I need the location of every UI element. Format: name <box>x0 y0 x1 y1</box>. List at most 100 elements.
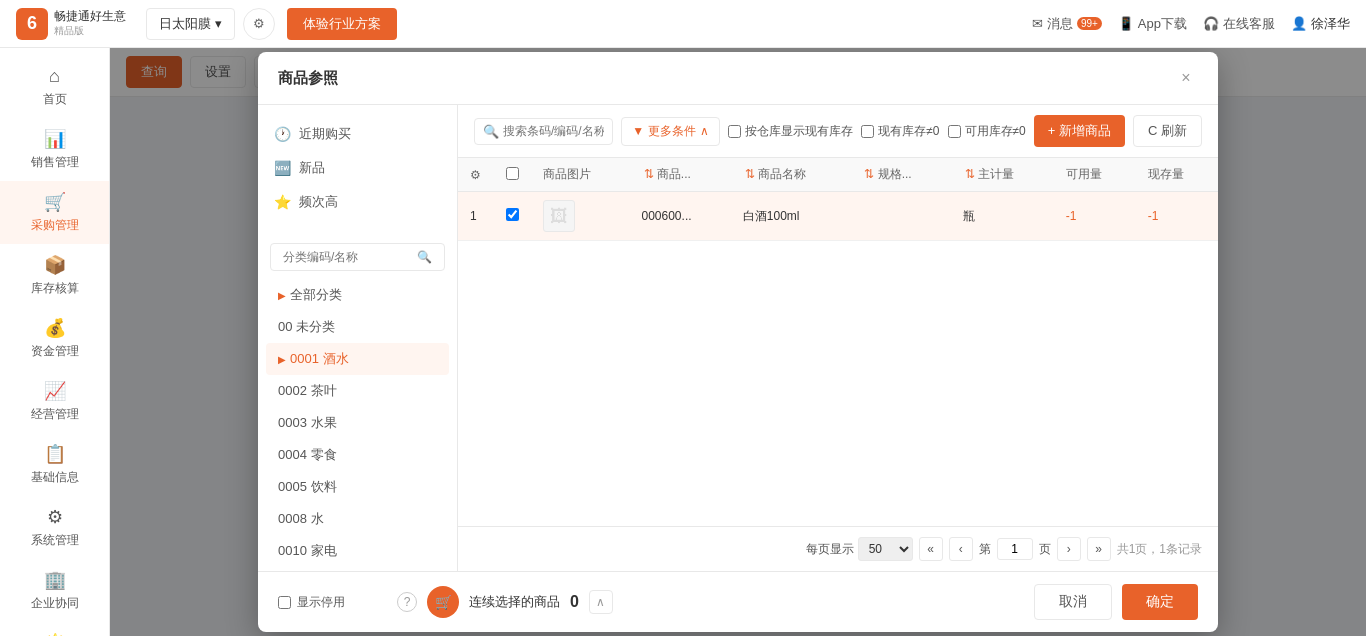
modal-overlay: 商品参照 × 🕐 近期购买 🆕 <box>110 48 1366 636</box>
footer-collapse-btn[interactable]: ∧ <box>589 590 613 614</box>
messages-label: 消息 <box>1047 15 1073 33</box>
page-number-input[interactable] <box>997 538 1033 560</box>
sidebar-item-operation[interactable]: 📈 经营管理 <box>0 370 109 433</box>
selected-count-label: 连续选择的商品 <box>469 593 560 611</box>
th-code-label: 商品... <box>657 167 691 181</box>
avatar-icon: 👤 <box>1291 16 1307 31</box>
sidebar-label-operation: 经营管理 <box>31 406 79 423</box>
available-stock-checkbox[interactable]: 可用库存≠0 <box>948 123 1026 140</box>
show-disabled-text: 显示停用 <box>297 594 345 611</box>
cancel-button[interactable]: 取消 <box>1034 584 1112 620</box>
footer-right: 取消 确定 <box>1034 584 1198 620</box>
th-spec-label: 规格... <box>878 167 912 181</box>
gear-icon: ⚙ <box>253 16 265 31</box>
th-unit-label: 主计量 <box>978 167 1014 181</box>
app-download-label: App下载 <box>1138 15 1187 33</box>
th-code[interactable]: ⇅ 商品... <box>630 158 731 192</box>
sidebar-item-home[interactable]: ⌂ 首页 <box>0 56 109 118</box>
sidebar-item-purchase[interactable]: 🛒 采购管理 <box>0 181 109 244</box>
user-name: 徐泽华 <box>1311 15 1350 33</box>
selected-count-num: 0 <box>570 593 579 611</box>
cell-checkbox[interactable] <box>494 192 531 241</box>
sidebar-item-system[interactable]: ⚙ 系统管理 <box>0 496 109 559</box>
product-thumbnail: 🖼 <box>543 200 575 232</box>
help-button[interactable]: ? <box>397 592 417 612</box>
category-item-0001[interactable]: ▶ 0001 酒水 <box>266 343 449 375</box>
filter-chevron: ∧ <box>700 124 709 138</box>
sidebar-label-finance: 资金管理 <box>31 343 79 360</box>
category-item-0002[interactable]: 0002 茶叶 <box>266 375 449 407</box>
cart-icon-button[interactable]: 🛒 <box>427 586 459 618</box>
th-settings[interactable]: ⚙ <box>458 158 494 192</box>
product-image-placeholder: 🖼 <box>550 206 568 227</box>
row-checkbox[interactable] <box>506 208 519 221</box>
product-search-box[interactable]: 🔍 <box>474 118 613 145</box>
current-stock-label: 现有库存≠0 <box>878 123 939 140</box>
settings-gear-button[interactable]: ⚙ <box>243 8 275 40</box>
th-name[interactable]: ⇅ 商品名称 <box>731 158 851 192</box>
prev-page-btn[interactable]: ‹ <box>949 537 973 561</box>
tenant-selector[interactable]: 日太阳膜 ▾ <box>146 8 235 40</box>
more-filters-btn[interactable]: ▼ 更多条件 ∧ <box>621 117 720 146</box>
th-unit[interactable]: ⇅ 主计量 <box>951 158 1054 192</box>
sidebar-item-basic[interactable]: 📋 基础信息 <box>0 433 109 496</box>
current-stock-checkbox[interactable]: 现有库存≠0 <box>861 123 939 140</box>
nav-item-new[interactable]: 🆕 新品 <box>258 151 457 185</box>
sidebar-item-enterprise[interactable]: 🏢 企业协同 <box>0 559 109 622</box>
refresh-btn[interactable]: C 刷新 <box>1133 115 1202 147</box>
nav-item-frequent[interactable]: ⭐ 频次高 <box>258 185 457 219</box>
th-checkbox[interactable] <box>494 158 531 192</box>
headset-icon: 🎧 <box>1203 16 1219 31</box>
select-all-checkbox[interactable] <box>506 167 519 180</box>
warehouse-display-checkbox[interactable]: 按仓库显示现有库存 <box>728 123 853 140</box>
show-disabled-label[interactable]: 显示停用 <box>278 594 345 611</box>
available-stock-input[interactable] <box>948 125 961 138</box>
category-search-input[interactable] <box>283 250 417 264</box>
next-page-btn[interactable]: › <box>1057 537 1081 561</box>
sidebar-item-sales[interactable]: 📊 销售管理 <box>0 118 109 181</box>
th-image-label: 商品图片 <box>543 167 591 181</box>
category-item-0010[interactable]: 0010 家电 <box>266 535 449 567</box>
category-label-0005: 0005 饮料 <box>278 478 337 496</box>
category-item-0004[interactable]: 0004 零食 <box>266 439 449 471</box>
category-item-00[interactable]: 00 未分类 <box>266 311 449 343</box>
first-page-btn[interactable]: « <box>919 537 943 561</box>
logo-icon: 6 <box>16 8 48 40</box>
nav-item-recent[interactable]: 🕐 近期购买 <box>258 117 457 151</box>
page-label: 第 <box>979 541 991 558</box>
category-item-0005[interactable]: 0005 饮料 <box>266 471 449 503</box>
sidebar-label-enterprise: 企业协同 <box>31 595 79 612</box>
category-item-0008[interactable]: 0008 水 <box>266 503 449 535</box>
warehouse-display-label: 按仓库显示现有库存 <box>745 123 853 140</box>
product-search-input[interactable] <box>503 124 604 138</box>
current-stock-input[interactable] <box>861 125 874 138</box>
show-disabled-checkbox[interactable] <box>278 596 291 609</box>
messages-nav-item[interactable]: ✉ 消息 99+ <box>1032 15 1102 33</box>
page-size-select-input[interactable]: 50 10 20 100 <box>858 537 913 561</box>
last-page-btn[interactable]: » <box>1087 537 1111 561</box>
category-item-all[interactable]: ▶ 全部分类 <box>266 279 449 311</box>
modal-close-button[interactable]: × <box>1174 66 1198 90</box>
confirm-button[interactable]: 确定 <box>1122 584 1198 620</box>
sidebar-item-inventory[interactable]: 📦 库存核算 <box>0 244 109 307</box>
inventory-icon: 📦 <box>44 254 66 276</box>
warehouse-display-input[interactable] <box>728 125 741 138</box>
nav-right: ✉ 消息 99+ 📱 App下载 🎧 在线客服 👤 徐泽华 <box>1032 15 1350 33</box>
user-profile[interactable]: 👤 徐泽华 <box>1291 15 1350 33</box>
app-download-nav-item[interactable]: 📱 App下载 <box>1118 15 1187 33</box>
recent-icon: 🕐 <box>274 126 291 142</box>
category-item-0003[interactable]: 0003 水果 <box>266 407 449 439</box>
sidebar-item-finance[interactable]: 💰 资金管理 <box>0 307 109 370</box>
page-size-label: 每页显示 <box>806 541 854 558</box>
chevron-up-icon: ∧ <box>596 595 605 609</box>
page-suffix: 页 <box>1039 541 1051 558</box>
table-row[interactable]: 1 🖼 <box>458 192 1218 241</box>
add-product-btn[interactable]: + 新增商品 <box>1034 115 1125 147</box>
category-label-0010: 0010 家电 <box>278 542 337 560</box>
th-spec[interactable]: ⇅ 规格... <box>850 158 950 192</box>
main-content: 查询 设置 刷新 商品参照 × <box>110 48 1366 636</box>
trial-button[interactable]: 体验行业方案 <box>287 8 397 40</box>
online-service-nav-item[interactable]: 🎧 在线客服 <box>1203 15 1275 33</box>
sidebar-item-guide[interactable]: 🌟 新手引导 <box>0 622 109 636</box>
category-search-box[interactable]: 🔍 <box>270 243 445 271</box>
